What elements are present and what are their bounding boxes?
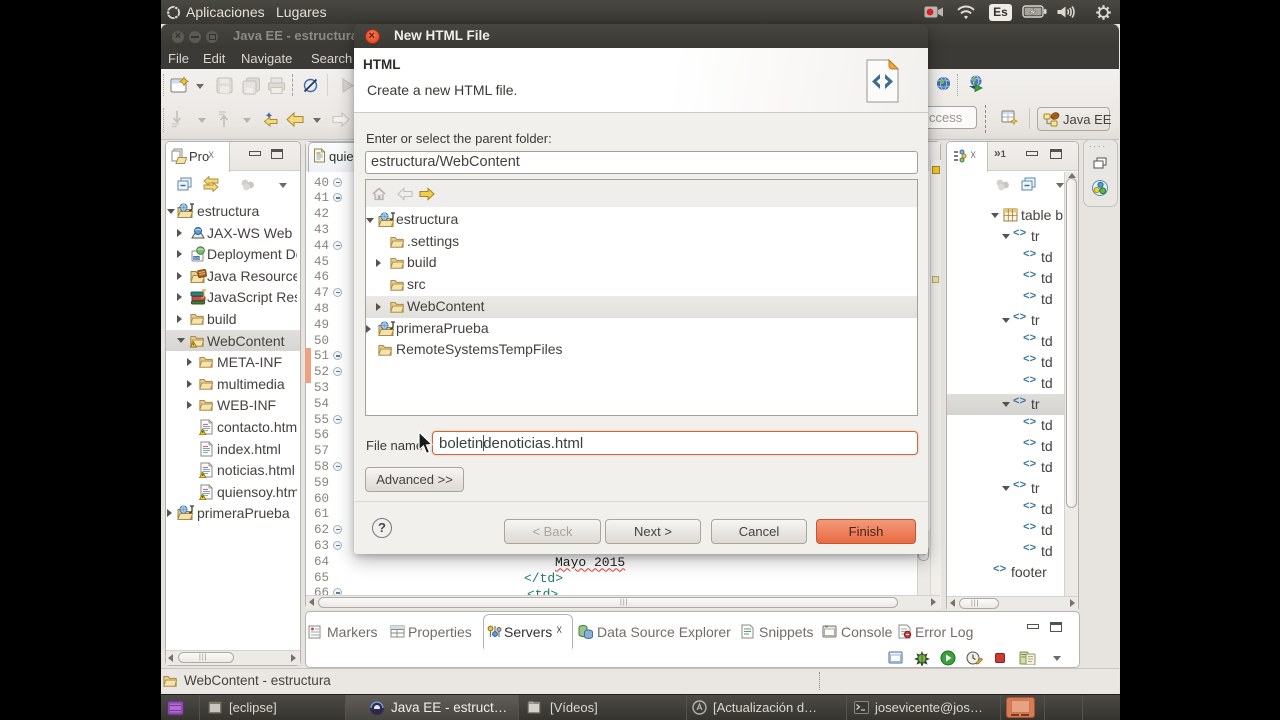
svg-text:3.0: 3.0	[194, 257, 199, 261]
